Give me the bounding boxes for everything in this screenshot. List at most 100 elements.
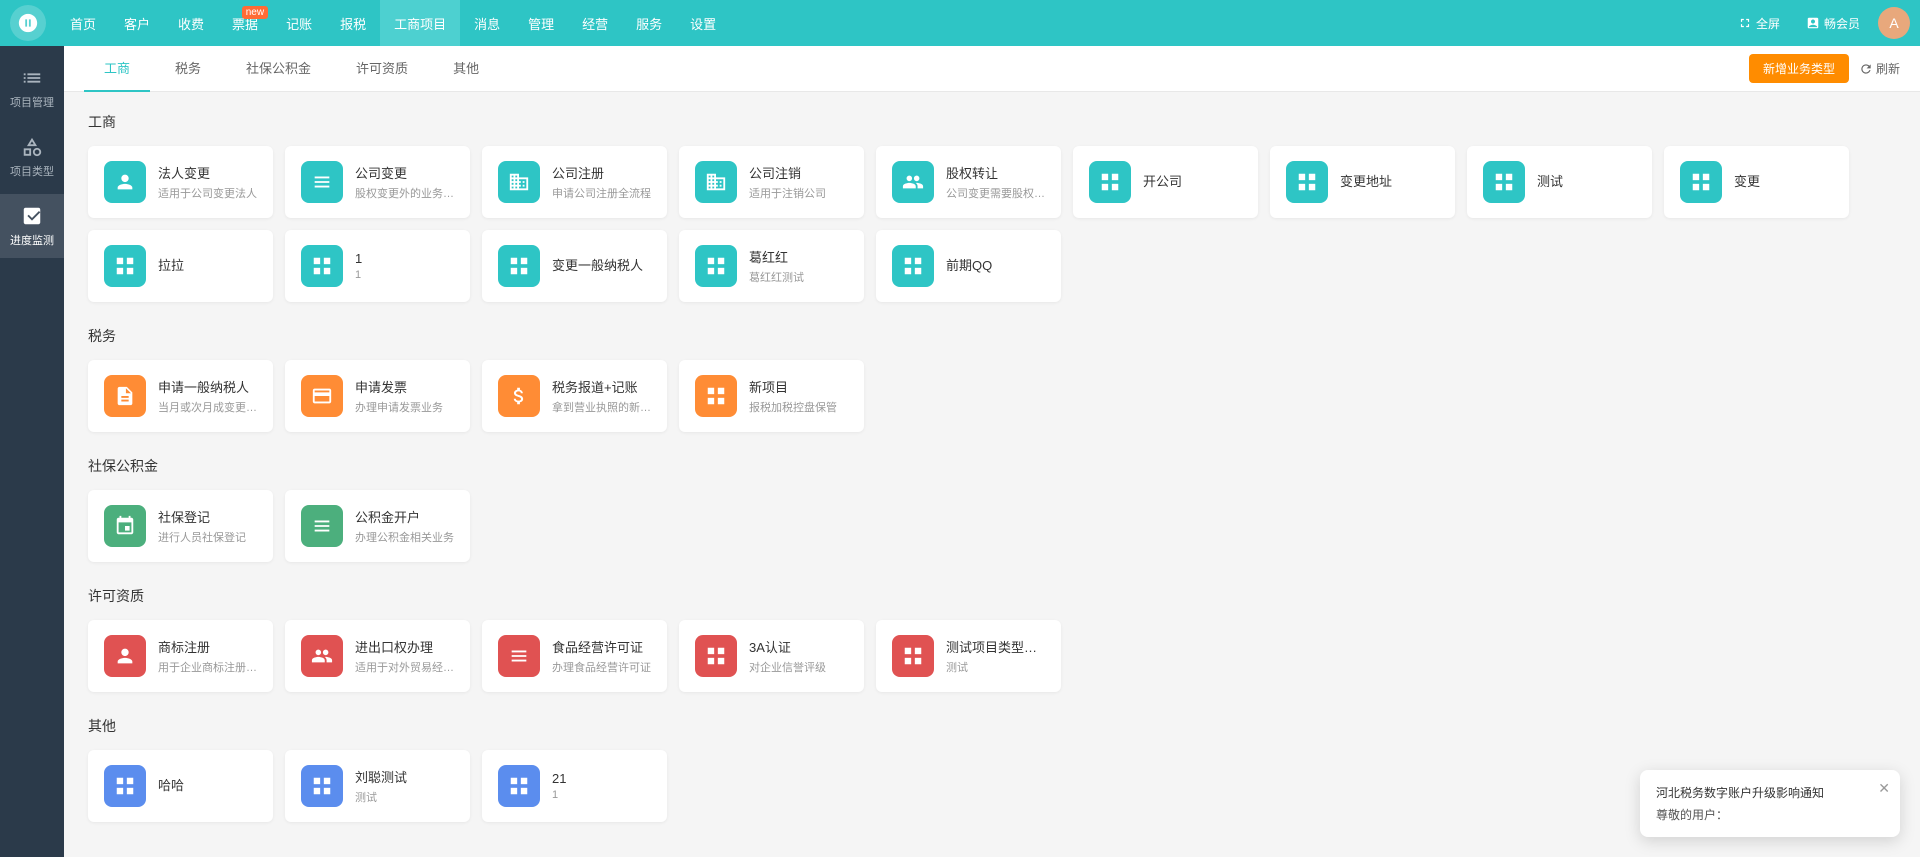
card-desc-21: 1 [552, 789, 651, 801]
card-shebao-dengji[interactable]: 社保登记 进行人员社保登记 [88, 490, 273, 562]
main-layout: 项目管理 项目类型 进度监测 工商 税务 社保公积金 许可资质 其他 新增业务类… [0, 46, 1920, 857]
qita-card-grid: 哈哈 刘聪测试 测试 [88, 750, 1896, 822]
member-btn[interactable]: 畅会员 [1798, 11, 1868, 36]
card-ceshi[interactable]: 测试 [1467, 146, 1652, 218]
avatar[interactable]: A [1878, 7, 1910, 39]
card-gongjijin-kaihu[interactable]: 公积金开户 办理公积金相关业务 [285, 490, 470, 562]
section-xuke: 许可资质 商标注册 用于企业商标注册服务 [88, 586, 1896, 692]
card-icon-one [301, 245, 343, 287]
card-shipin-xuke[interactable]: 食品经营许可证 办理食品经营许可证 [482, 620, 667, 692]
card-guquan-zhuanrang[interactable]: 股权转让 公司变更需要股权转让 [876, 146, 1061, 218]
card-icon-fazren [104, 161, 146, 203]
tab-gongshang[interactable]: 工商 [84, 46, 150, 92]
tab-shuiwu[interactable]: 税务 [155, 46, 221, 92]
card-icon-3a [695, 635, 737, 677]
card-desc-gongjijin: 办理公积金相关业务 [355, 529, 454, 545]
nav-bill[interactable]: 票据 new [218, 0, 272, 46]
card-name-liucong: 刘聪测试 [355, 767, 454, 786]
card-jinchukou[interactable]: 进出口权办理 适用于对外贸易经营者 [285, 620, 470, 692]
logo[interactable] [10, 5, 46, 41]
tab-bar: 工商 税务 社保公积金 许可资质 其他 新增业务类型 刷新 [64, 46, 1920, 92]
notification-close-btn[interactable]: ✕ [1878, 780, 1890, 797]
card-shangbiao-zhuce[interactable]: 商标注册 用于企业商标注册服务 [88, 620, 273, 692]
card-name-gehonghong: 葛红红 [749, 247, 848, 266]
nav-right-area: 全屏 畅会员 A [1730, 7, 1910, 39]
card-one[interactable]: 1 1 [285, 230, 470, 302]
section-title-shuiwu: 税务 [88, 326, 1896, 346]
card-shenqing-fapiao[interactable]: 申请发票 办理申请发票业务 [285, 360, 470, 432]
card-lala[interactable]: 拉拉 [88, 230, 273, 302]
card-biangeng-yiban[interactable]: 变更一般纳税人 [482, 230, 667, 302]
card-desc-shenqing-yiban: 当月或次月成变更完成 [158, 399, 257, 415]
card-desc-fapiao: 办理申请发票业务 [355, 399, 454, 415]
nav-service[interactable]: 服务 [622, 0, 676, 46]
sidebar-item-project-type[interactable]: 项目类型 [0, 125, 64, 189]
sidebar-item-project-management[interactable]: 项目管理 [0, 56, 64, 120]
card-name-baodao: 税务报道+记账 [552, 377, 651, 396]
tab-shebao[interactable]: 社保公积金 [226, 46, 331, 92]
card-kai-gongsi[interactable]: 开公司 [1073, 146, 1258, 218]
card-desc-shipin: 办理食品经营许可证 [552, 659, 651, 675]
card-icon-shipin [498, 635, 540, 677]
card-name-shenqing-yiban: 申请一般纳税人 [158, 377, 257, 396]
nav-operation[interactable]: 经营 [568, 0, 622, 46]
card-name-gongjijin: 公积金开户 [355, 507, 454, 526]
card-gehonghong[interactable]: 葛红红 葛红红测试 [679, 230, 864, 302]
card-desc-one: 1 [355, 269, 454, 281]
card-fazren-biangeng[interactable]: 法人变更 适用于公司变更法人 [88, 146, 273, 218]
nav-settings[interactable]: 设置 [676, 0, 730, 46]
card-icon-21 [498, 765, 540, 807]
card-desc-liucong: 测试 [355, 789, 454, 805]
card-gongsi-zhuxiao[interactable]: 公司注销 适用于注销公司 [679, 146, 864, 218]
card-icon-gongsi-bg [301, 161, 343, 203]
fullscreen-btn[interactable]: 全屏 [1730, 11, 1788, 36]
card-name-xin-xiangmu: 新项目 [749, 377, 848, 396]
card-desc-baodao: 拿到营业执照的新公司 [552, 399, 651, 415]
card-gongsi-zhuce[interactable]: 公司注册 申请公司注册全流程 [482, 146, 667, 218]
card-shenqing-yiban[interactable]: 申请一般纳税人 当月或次月成变更完成 [88, 360, 273, 432]
nav-message[interactable]: 消息 [460, 0, 514, 46]
card-ceshi-leixing[interactable]: 测试项目类型目定义 测试 [876, 620, 1061, 692]
card-icon-jinchukou [301, 635, 343, 677]
card-icon-shebao [104, 505, 146, 547]
card-name-shebao: 社保登记 [158, 507, 257, 526]
section-title-shebao: 社保公积金 [88, 456, 1896, 476]
card-name-3a: 3A认证 [749, 637, 848, 656]
card-name-kai-gongsi: 开公司 [1143, 171, 1242, 190]
card-icon-lala [104, 245, 146, 287]
nav-customer[interactable]: 客户 [110, 0, 164, 46]
nav-manage[interactable]: 管理 [514, 0, 568, 46]
sidebar-label-project-management: 项目管理 [10, 94, 54, 110]
sidebar-item-progress-monitor[interactable]: 进度监测 [0, 194, 64, 258]
card-icon-ceshi-leixing [892, 635, 934, 677]
tab-qita[interactable]: 其他 [433, 46, 499, 92]
card-desc-fazren: 适用于公司变更法人 [158, 185, 257, 201]
card-3a-renzheng[interactable]: 3A认证 对企业信誉评级 [679, 620, 864, 692]
card-liucong-ceshi[interactable]: 刘聪测试 测试 [285, 750, 470, 822]
card-21[interactable]: 21 1 [482, 750, 667, 822]
section-qita: 其他 哈哈 [88, 716, 1896, 822]
nav-tax[interactable]: 报税 [326, 0, 380, 46]
notification-title: 河北税务数字账户升级影响通知 [1656, 784, 1884, 802]
new-type-button[interactable]: 新增业务类型 [1749, 54, 1849, 83]
refresh-button[interactable]: 刷新 [1859, 60, 1900, 77]
card-name-fazren: 法人变更 [158, 163, 257, 182]
tab-xuke[interactable]: 许可资质 [336, 46, 428, 92]
card-icon-gehonghong [695, 245, 737, 287]
nav-charge[interactable]: 收费 [164, 0, 218, 46]
card-qianqi-qq[interactable]: 前期QQ [876, 230, 1061, 302]
nav-business[interactable]: 工商项目 [380, 0, 460, 46]
card-shuiwu-baodao[interactable]: 税务报道+记账 拿到营业执照的新公司 [482, 360, 667, 432]
nav-bookkeeping[interactable]: 记账 [272, 0, 326, 46]
card-haha[interactable]: 哈哈 [88, 750, 273, 822]
section-title-xuke: 许可资质 [88, 586, 1896, 606]
card-xin-xiangmu[interactable]: 新项目 报税加税控盘保管 [679, 360, 864, 432]
card-biangeng-dizhi[interactable]: 变更地址 [1270, 146, 1455, 218]
card-icon-guquan [892, 161, 934, 203]
card-icon-ceshi [1483, 161, 1525, 203]
nav-home[interactable]: 首页 [56, 0, 110, 46]
section-title-qita: 其他 [88, 716, 1896, 736]
card-biangeng2[interactable]: 变更 [1664, 146, 1849, 218]
card-name-shangbiao: 商标注册 [158, 637, 257, 656]
card-gongsi-biangeng[interactable]: 公司变更 股权变更外的业务变更 [285, 146, 470, 218]
